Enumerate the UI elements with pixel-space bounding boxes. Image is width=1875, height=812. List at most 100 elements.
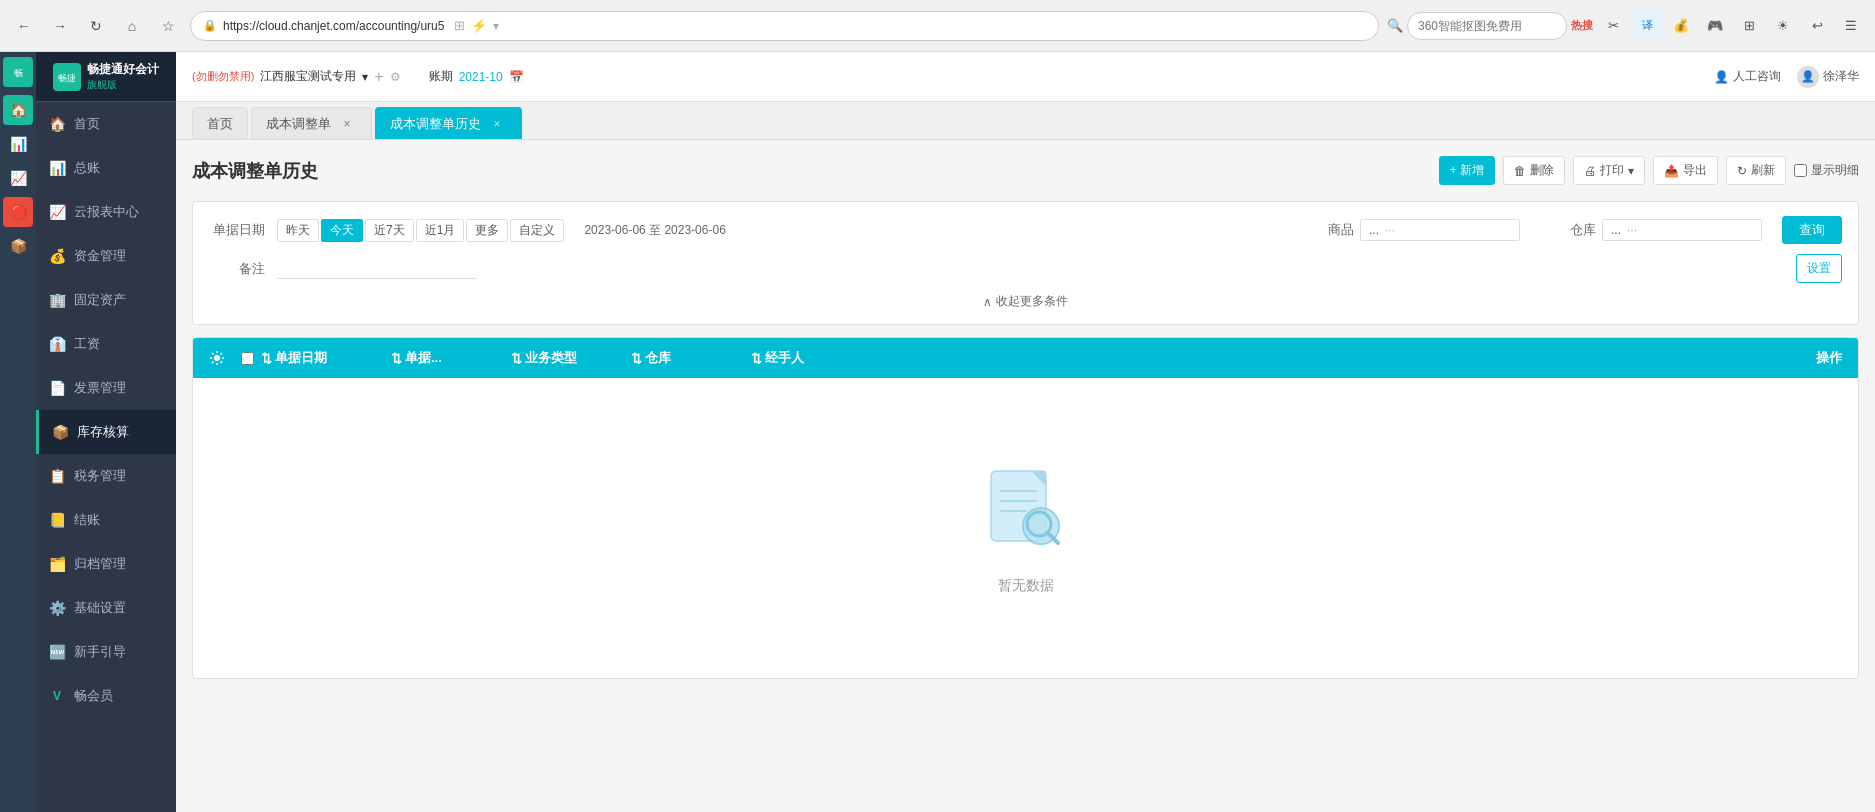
tab-cost-adjustment-history-label: 成本调整单历史 bbox=[390, 115, 481, 133]
game-icon[interactable]: 🎮 bbox=[1701, 12, 1729, 40]
reports-icon: 📈 bbox=[48, 204, 66, 220]
tab-home[interactable]: 首页 bbox=[192, 107, 248, 139]
empty-illustration bbox=[976, 461, 1076, 561]
star-button[interactable]: ☆ bbox=[154, 12, 182, 40]
refresh-button[interactable]: ↻ 刷新 bbox=[1726, 156, 1786, 185]
sidebar-item-home[interactable]: 🏠 首页 bbox=[36, 102, 176, 146]
user-info[interactable]: 👤 徐泽华 bbox=[1797, 66, 1859, 88]
table-columns: ⇅ 单据日期 ⇅ 单据... ⇅ 业务类型 ⇅ bbox=[261, 349, 1816, 367]
tab-cost-adjustment-history-close[interactable]: × bbox=[487, 114, 507, 134]
sidebar-item-payroll[interactable]: 👔 工资 bbox=[36, 322, 176, 366]
reload-button[interactable]: ↻ bbox=[82, 12, 110, 40]
sidebar-item-invoice[interactable]: 📄 发票管理 bbox=[36, 366, 176, 410]
delete-button[interactable]: 🗑 删除 bbox=[1503, 156, 1565, 185]
advanced-settings-button[interactable]: 设置 bbox=[1796, 254, 1842, 283]
table-settings-btn[interactable] bbox=[201, 350, 233, 366]
home-button[interactable]: ⌂ bbox=[118, 12, 146, 40]
lightning-icon: ⚡ bbox=[471, 18, 487, 33]
lock-icon: 🔒 bbox=[203, 19, 217, 32]
query-button[interactable]: 查询 bbox=[1782, 216, 1842, 244]
sidebar-item-label: 结账 bbox=[74, 511, 100, 529]
menu-icon[interactable]: ☰ bbox=[1837, 12, 1865, 40]
goods-filter-select[interactable]: ... ··· bbox=[1360, 219, 1520, 241]
print-button[interactable]: 🖨 打印 ▾ bbox=[1573, 156, 1645, 185]
dropdown-icon: ▾ bbox=[493, 19, 499, 33]
search-icon: 🔍 bbox=[1387, 18, 1403, 33]
company-selector[interactable]: (勿删勿禁用) 江西服宝测试专用 ▾ + ⚙ bbox=[192, 68, 401, 86]
date-btn-1month[interactable]: 近1月 bbox=[416, 219, 465, 242]
note-filter-label: 备注 bbox=[209, 260, 265, 278]
browser-search-input[interactable] bbox=[1407, 12, 1567, 40]
sidebar-item-closing[interactable]: 📒 结账 bbox=[36, 498, 176, 542]
nav-accounting[interactable]: 📊 bbox=[3, 129, 33, 159]
sidebar-item-assets[interactable]: 🏢 固定资产 bbox=[36, 278, 176, 322]
nav-home[interactable]: 🏠 bbox=[3, 95, 33, 125]
date-btn-today[interactable]: 今天 bbox=[321, 219, 363, 242]
sidebar-item-archive[interactable]: 🗂️ 归档管理 bbox=[36, 542, 176, 586]
tax-icon: 📋 bbox=[48, 468, 66, 484]
th-handler[interactable]: ⇅ 经手人 bbox=[751, 349, 881, 367]
finance-icon: 💰 bbox=[48, 248, 66, 264]
app-edition: 旗舰版 bbox=[87, 78, 159, 92]
th-type[interactable]: ⇅ 业务类型 bbox=[511, 349, 631, 367]
sidebar-item-label: 归档管理 bbox=[74, 555, 126, 573]
sidebar-item-tax[interactable]: 📋 税务管理 bbox=[36, 454, 176, 498]
export-button[interactable]: 📤 导出 bbox=[1653, 156, 1718, 185]
address-bar[interactable]: 🔒 https://cloud.chanjet.com/accounting/u… bbox=[190, 11, 1379, 41]
th-warehouse[interactable]: ⇅ 仓库 bbox=[631, 349, 751, 367]
user-name: 徐泽华 bbox=[1823, 68, 1859, 85]
sidebar-item-settings[interactable]: ⚙️ 基础设置 bbox=[36, 586, 176, 630]
note-filter-input[interactable] bbox=[277, 259, 477, 279]
filter-area: 单据日期 昨天 今天 近7天 近1月 更多 自定义 2023-06-06 至 2… bbox=[192, 201, 1859, 325]
sidebar-item-label: 库存核算 bbox=[77, 423, 129, 441]
sidebar-header: 畅捷 畅捷通好会计 旗舰版 bbox=[36, 52, 176, 102]
add-company-btn[interactable]: + bbox=[374, 68, 383, 86]
collapse-button[interactable]: ∧ 收起更多条件 bbox=[983, 293, 1068, 310]
brightness-icon[interactable]: ☀ bbox=[1769, 12, 1797, 40]
empty-text: 暂无数据 bbox=[998, 577, 1054, 595]
translate-icon[interactable]: 译 bbox=[1633, 12, 1661, 40]
th-handler-sort-icon: ⇅ bbox=[751, 351, 762, 366]
sidebar-item-inventory[interactable]: 📦 库存核算 bbox=[36, 410, 176, 454]
nav-social[interactable]: 🔴 bbox=[3, 197, 33, 227]
sidebar-item-label: 云报表中心 bbox=[74, 203, 139, 221]
tab-cost-adjustment[interactable]: 成本调整单 × bbox=[251, 107, 372, 139]
new-button[interactable]: + 新增 bbox=[1439, 156, 1495, 185]
sidebar-item-reports[interactable]: 📈 云报表中心 bbox=[36, 190, 176, 234]
scissors-icon[interactable]: ✂ bbox=[1599, 12, 1627, 40]
table-select-all[interactable] bbox=[233, 352, 261, 365]
coin-icon[interactable]: 💰 bbox=[1667, 12, 1695, 40]
settings-company-btn[interactable]: ⚙ bbox=[390, 70, 401, 84]
nav-reports[interactable]: 📈 bbox=[3, 163, 33, 193]
date-btn-custom[interactable]: 自定义 bbox=[510, 219, 564, 242]
date-btn-more[interactable]: 更多 bbox=[466, 219, 508, 242]
sidebar-item-ledger[interactable]: 📊 总账 bbox=[36, 146, 176, 190]
tab-cost-adjustment-history[interactable]: 成本调整单历史 × bbox=[375, 107, 522, 139]
show-cols-checkbox[interactable] bbox=[1794, 164, 1807, 177]
date-btn-7days[interactable]: 近7天 bbox=[365, 219, 414, 242]
sidebar-item-member[interactable]: V 畅会员 bbox=[36, 674, 176, 718]
sidebar-item-label: 新手引导 bbox=[74, 643, 126, 661]
icon-bar: 畅 🏠 📊 📈 🔴 📦 bbox=[0, 52, 36, 812]
th-date[interactable]: ⇅ 单据日期 bbox=[261, 349, 391, 367]
select-all-checkbox[interactable] bbox=[241, 352, 254, 365]
show-cols-checkbox-label[interactable]: 显示明细 bbox=[1794, 162, 1859, 179]
th-handler-label: 经手人 bbox=[765, 349, 804, 367]
calendar-icon[interactable]: 📅 bbox=[509, 70, 524, 84]
service-button[interactable]: 👤 人工咨询 bbox=[1714, 68, 1781, 85]
back-button[interactable]: ← bbox=[10, 12, 38, 40]
forward-button[interactable]: → bbox=[46, 12, 74, 40]
collapse-icon: ∧ bbox=[983, 295, 992, 309]
date-shortcuts: 昨天 今天 近7天 近1月 更多 自定义 bbox=[277, 219, 564, 242]
date-btn-yesterday[interactable]: 昨天 bbox=[277, 219, 319, 242]
th-num[interactable]: ⇅ 单据... bbox=[391, 349, 511, 367]
sidebar-item-finance[interactable]: 💰 资金管理 bbox=[36, 234, 176, 278]
warehouse-filter-select[interactable]: ... ··· bbox=[1602, 219, 1762, 241]
apps-icon[interactable]: ⊞ bbox=[1735, 12, 1763, 40]
sidebar-item-label: 固定资产 bbox=[74, 291, 126, 309]
tab-cost-adjustment-close[interactable]: × bbox=[337, 114, 357, 134]
nav-inventory[interactable]: 📦 bbox=[3, 231, 33, 261]
undo-icon[interactable]: ↩ bbox=[1803, 12, 1831, 40]
date-filter-label: 单据日期 bbox=[209, 221, 265, 239]
sidebar-item-guide[interactable]: 🆕 新手引导 bbox=[36, 630, 176, 674]
